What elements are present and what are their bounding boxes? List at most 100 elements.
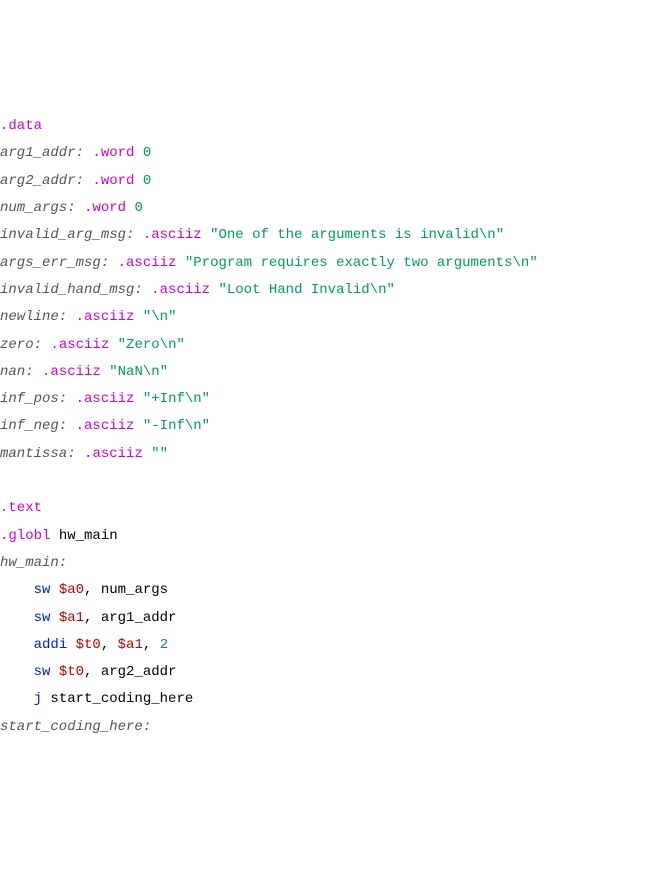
code-token: .	[143, 227, 151, 243]
code-token	[134, 227, 142, 243]
code-token	[67, 309, 75, 325]
code-line: addi $t0, $a1, 2	[0, 632, 669, 659]
code-token: .	[50, 337, 58, 353]
code-token	[143, 282, 151, 298]
code-line: start_coding_here:	[0, 714, 669, 741]
code-token: j	[34, 691, 42, 707]
code-token: word	[101, 145, 135, 161]
code-token: hw_main	[59, 528, 118, 544]
code-token	[34, 364, 42, 380]
code-token: asciiz	[59, 337, 109, 353]
code-line: newline: .asciiz "\n"	[0, 304, 669, 331]
code-token	[134, 145, 142, 161]
code-token: zero:	[0, 337, 42, 353]
code-token	[176, 255, 184, 271]
code-token	[50, 582, 58, 598]
code-token	[202, 227, 210, 243]
code-token	[134, 309, 142, 325]
code-token	[0, 637, 34, 653]
code-token: 0	[143, 145, 151, 161]
code-line: zero: .asciiz "Zero\n"	[0, 332, 669, 359]
code-token: .	[76, 418, 84, 434]
code-token: invalid_hand_msg:	[0, 282, 143, 298]
code-line: num_args: .word 0	[0, 195, 669, 222]
code-token: inf_pos:	[0, 391, 67, 407]
code-line: inf_neg: .asciiz "-Inf\n"	[0, 413, 669, 440]
code-token: $a1	[59, 610, 84, 626]
code-token	[101, 364, 109, 380]
code-line: nan: .asciiz "NaN\n"	[0, 359, 669, 386]
code-line: args_err_msg: .asciiz "Program requires …	[0, 250, 669, 277]
code-token	[0, 664, 34, 680]
code-line: sw $a0, num_args	[0, 577, 669, 604]
code-token: ""	[151, 446, 168, 462]
code-token: sw	[34, 610, 51, 626]
code-token: asciiz	[160, 282, 210, 298]
code-line: sw $a1, arg1_addr	[0, 605, 669, 632]
code-token	[76, 446, 84, 462]
code-token: 0	[143, 173, 151, 189]
code-token	[76, 200, 84, 216]
code-token: addi	[34, 637, 68, 653]
code-token: inf_neg:	[0, 418, 67, 434]
code-token: , num_args	[84, 582, 168, 598]
code-line: arg2_addr: .word 0	[0, 168, 669, 195]
code-token: ,	[143, 637, 160, 653]
code-token	[0, 582, 34, 598]
code-token: "NaN\n"	[109, 364, 168, 380]
code-line: arg1_addr: .word 0	[0, 140, 669, 167]
code-token	[50, 664, 58, 680]
code-token: text	[8, 500, 42, 516]
code-token	[134, 418, 142, 434]
code-token	[67, 391, 75, 407]
code-token	[67, 418, 75, 434]
code-token: nan:	[0, 364, 34, 380]
code-token: .	[92, 145, 100, 161]
code-token: sw	[34, 582, 51, 598]
code-token: "Zero\n"	[118, 337, 185, 353]
code-token: "One of the arguments is invalid\n"	[210, 227, 504, 243]
code-token: asciiz	[84, 418, 134, 434]
code-token: .	[76, 309, 84, 325]
code-token	[134, 391, 142, 407]
code-token: num_args:	[0, 200, 76, 216]
code-token: asciiz	[92, 446, 142, 462]
code-block: .dataarg1_addr: .word 0arg2_addr: .word …	[0, 113, 669, 741]
code-token: asciiz	[126, 255, 176, 271]
code-token	[143, 446, 151, 462]
code-token: newline:	[0, 309, 67, 325]
code-token: 0	[134, 200, 142, 216]
code-token	[67, 637, 75, 653]
code-line: j start_coding_here	[0, 686, 669, 713]
code-token	[109, 337, 117, 353]
code-token: args_err_msg:	[0, 255, 109, 271]
code-token: sw	[34, 664, 51, 680]
code-token: .	[76, 391, 84, 407]
code-token: word	[92, 200, 126, 216]
code-line: hw_main:	[0, 550, 669, 577]
code-token: asciiz	[151, 227, 201, 243]
code-token	[134, 173, 142, 189]
code-token: ,	[101, 637, 118, 653]
code-token: $a1	[118, 637, 143, 653]
code-line: invalid_arg_msg: .asciiz "One of the arg…	[0, 222, 669, 249]
code-token: invalid_arg_msg:	[0, 227, 134, 243]
code-line: .globl hw_main	[0, 523, 669, 550]
code-line	[0, 468, 669, 495]
code-token: hw_main:	[0, 555, 67, 571]
code-token: "+Inf\n"	[143, 391, 210, 407]
code-token: arg2_addr:	[0, 173, 84, 189]
code-token	[50, 528, 58, 544]
code-line: invalid_hand_msg: .asciiz "Loot Hand Inv…	[0, 277, 669, 304]
code-token	[0, 610, 34, 626]
code-token: "Loot Hand Invalid\n"	[218, 282, 394, 298]
code-token: start_coding_here:	[0, 719, 151, 735]
code-token: .	[118, 255, 126, 271]
code-token: asciiz	[84, 309, 134, 325]
code-token: $t0	[76, 637, 101, 653]
code-token: .	[92, 173, 100, 189]
code-line: inf_pos: .asciiz "+Inf\n"	[0, 386, 669, 413]
code-token	[50, 610, 58, 626]
code-token: mantissa:	[0, 446, 76, 462]
code-token: "\n"	[143, 309, 177, 325]
